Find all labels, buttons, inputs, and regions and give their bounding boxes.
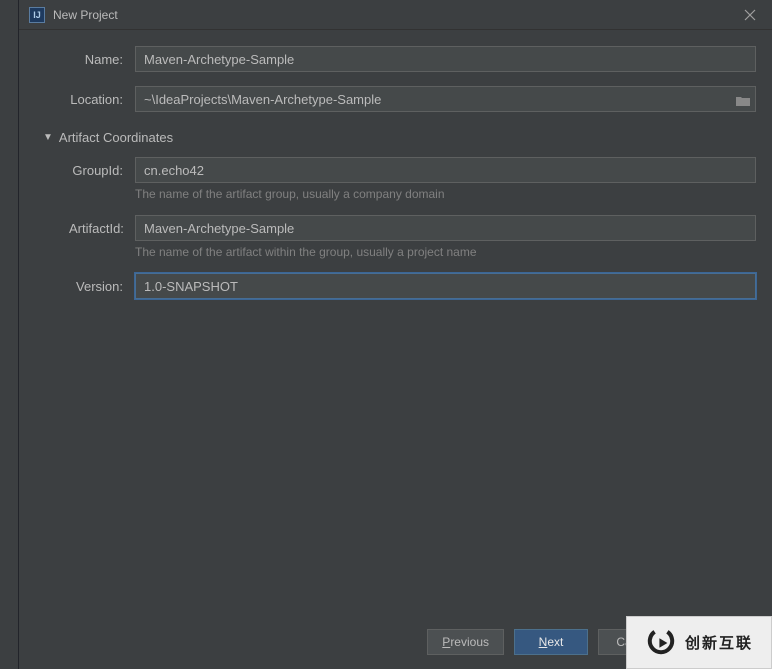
previous-button[interactable]: Previous bbox=[427, 629, 504, 655]
dialog-content: Name: Location: ▼ Artifact Coordinates G… bbox=[19, 30, 772, 619]
location-field[interactable] bbox=[135, 86, 756, 112]
name-label: Name: bbox=[35, 52, 135, 67]
next-button[interactable]: Next bbox=[514, 629, 588, 655]
ide-backdrop bbox=[0, 0, 18, 669]
artifactid-row: ArtifactId: bbox=[69, 215, 756, 241]
artifactid-field[interactable] bbox=[135, 215, 756, 241]
watermark: 创新互联 bbox=[626, 616, 772, 669]
name-row: Name: bbox=[35, 46, 756, 72]
artifactid-hint: The name of the artifact within the grou… bbox=[135, 245, 756, 259]
folder-icon[interactable] bbox=[736, 94, 750, 104]
section-title: Artifact Coordinates bbox=[59, 130, 173, 145]
titlebar: IJ New Project bbox=[19, 0, 772, 30]
watermark-text: 创新互联 bbox=[685, 632, 753, 653]
artifactid-label: ArtifactId: bbox=[69, 221, 135, 236]
dialog-title: New Project bbox=[53, 8, 738, 22]
version-field[interactable] bbox=[135, 273, 756, 299]
version-label: Version: bbox=[69, 279, 135, 294]
artifact-coordinates-header[interactable]: ▼ Artifact Coordinates bbox=[43, 130, 756, 145]
name-field[interactable] bbox=[135, 46, 756, 72]
version-row: Version: bbox=[69, 273, 756, 299]
location-label: Location: bbox=[35, 92, 135, 107]
app-icon: IJ bbox=[29, 7, 45, 23]
groupid-field[interactable] bbox=[135, 157, 756, 183]
chevron-down-icon: ▼ bbox=[43, 132, 53, 143]
close-icon[interactable] bbox=[738, 3, 762, 27]
groupid-label: GroupId: bbox=[69, 163, 135, 178]
new-project-dialog: IJ New Project Name: Location: ▼ Artifac… bbox=[18, 0, 772, 669]
watermark-logo bbox=[645, 627, 677, 659]
location-row: Location: bbox=[35, 86, 756, 112]
groupid-hint: The name of the artifact group, usually … bbox=[135, 187, 756, 201]
groupid-row: GroupId: bbox=[69, 157, 756, 183]
